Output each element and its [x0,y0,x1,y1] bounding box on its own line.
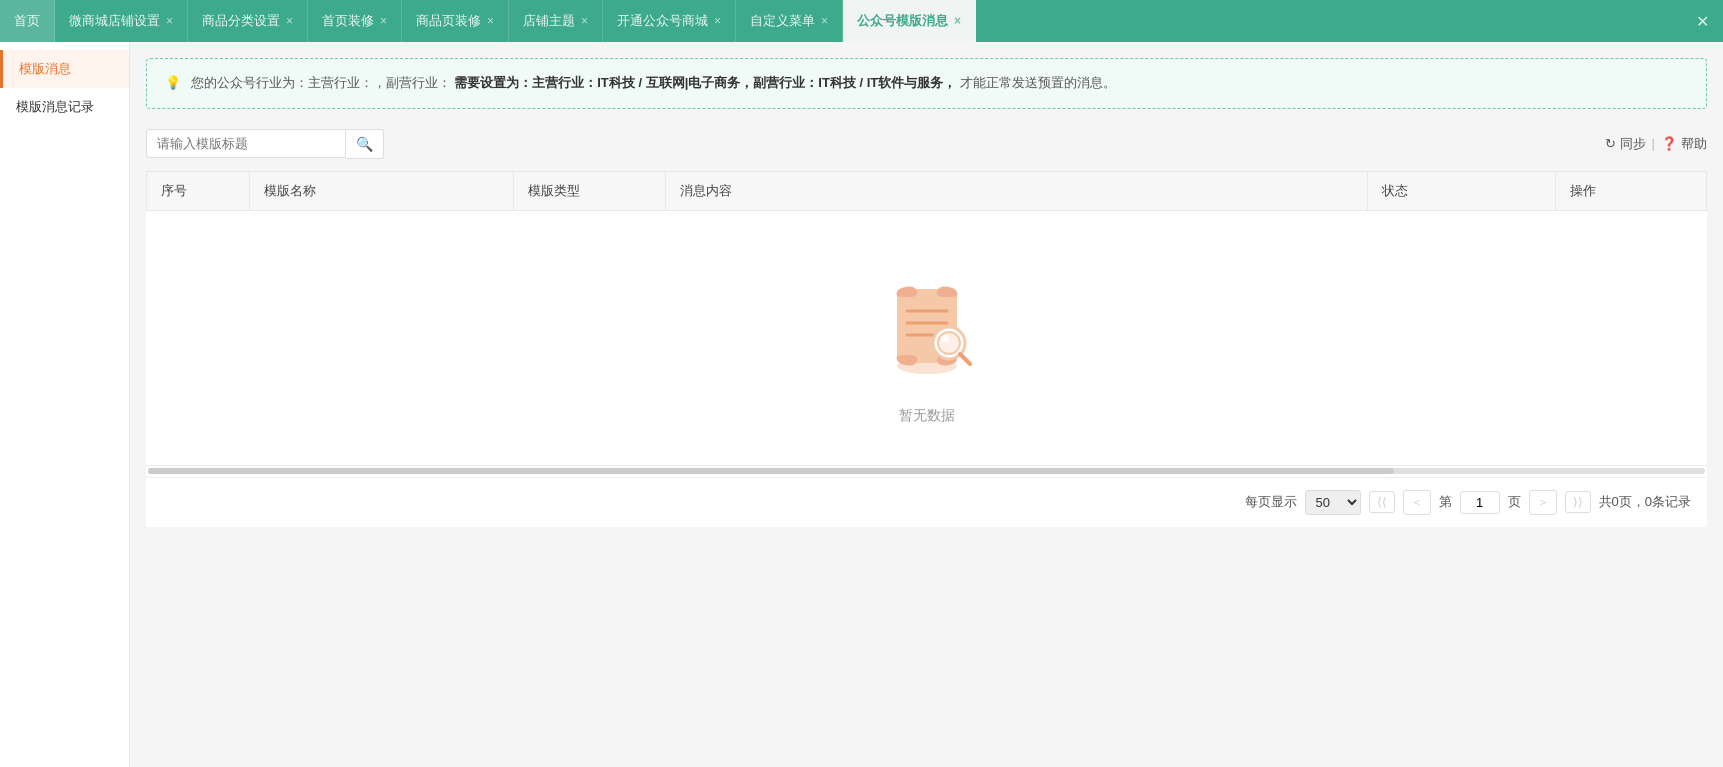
nav-tab-home-label: 首页 [14,12,40,30]
search-input[interactable] [146,129,346,158]
col-action: 操作 [1556,171,1707,210]
sidebar-item-template-msg[interactable]: 模版消息 [0,50,129,88]
nav-tab-shop-theme[interactable]: 店铺主题 × [509,0,603,42]
close-wechat-shop-icon[interactable]: × [166,14,173,28]
search-bar: 🔍 ↻ 同步 | ❓ 帮助 [146,129,1707,159]
help-button[interactable]: ❓ 帮助 [1661,135,1707,153]
sidebar-item-template-msg-record-label: 模版消息记录 [16,99,94,114]
col-content: 消息内容 [666,171,1368,210]
content-area: 💡 您的公众号行业为：主营行业：，副营行业： 需要设置为：主营行业：IT科技 /… [130,42,1723,767]
col-type: 模版类型 [513,171,665,210]
sidebar: 模版消息 模版消息记录 [0,42,130,767]
svg-point-5 [938,332,960,354]
nav-tab-template-message-label: 公众号模版消息 [857,12,948,30]
table-body: 暂无数据 [147,210,1707,465]
search-left: 🔍 [146,129,384,159]
table-empty-row: 暂无数据 [147,210,1707,465]
col-status: 状态 [1368,171,1556,210]
table-wrapper: 序号 模版名称 模版类型 消息内容 状态 [146,171,1707,527]
notice-highlight: 需要设置为：主营行业：IT科技 / 互联网|电子商务，副营行业：IT科技 / I… [454,75,956,90]
nav-tab-product-category-label: 商品分类设置 [202,12,280,30]
svg-line-6 [960,354,970,364]
empty-text: 暂无数据 [147,407,1707,425]
col-index: 序号 [147,171,250,210]
nav-tab-home-decor-label: 首页装修 [322,12,374,30]
close-template-message-icon[interactable]: × [954,14,961,28]
search-actions: ↻ 同步 | ❓ 帮助 [1605,135,1707,153]
notice-box: 💡 您的公众号行业为：主营行业：，副营行业： 需要设置为：主营行业：IT科技 /… [146,58,1707,109]
close-shop-theme-icon[interactable]: × [581,14,588,28]
last-page-button[interactable]: ⟩⟩ [1565,491,1591,513]
prev-page-button[interactable]: ＜ [1403,490,1431,515]
table-header-row: 序号 模版名称 模版类型 消息内容 状态 [147,171,1707,210]
first-page-button[interactable]: ⟨⟨ [1369,491,1395,513]
search-icon: 🔍 [356,136,373,152]
nav-tab-wechat-shop-label: 微商城店铺设置 [69,12,160,30]
nav-tab-custom-menu[interactable]: 自定义菜单 × [736,0,843,42]
page-label: 页 [1508,493,1521,511]
nav-tab-home-decor[interactable]: 首页装修 × [308,0,402,42]
notice-suffix: 才能正常发送预置的消息。 [960,75,1116,90]
sync-icon: ↻ [1605,136,1616,151]
notice-bulb-icon: 💡 [165,73,181,94]
page-jump-label: 第 [1439,493,1452,511]
help-icon: ❓ [1661,136,1677,151]
close-home-decor-icon[interactable]: × [380,14,387,28]
svg-point-7 [941,335,949,343]
divider: | [1652,136,1655,151]
scrollbar-thumb[interactable] [148,468,1394,474]
main-layout: 模版消息 模版消息记录 💡 您的公众号行业为：主营行业：，副营行业： 需要设置为… [0,42,1723,767]
page-size-label: 每页显示 [1245,493,1297,511]
notice-prefix: 您的公众号行业为：主营行业：，副营行业： [191,75,451,90]
close-product-category-icon[interactable]: × [286,14,293,28]
search-button[interactable]: 🔍 [346,129,384,159]
horizontal-scrollbar[interactable] [146,465,1707,477]
nav-tab-shop-theme-label: 店铺主题 [523,12,575,30]
sync-button[interactable]: ↻ 同步 [1605,135,1646,153]
empty-illustration [867,271,987,391]
sidebar-item-template-msg-label: 模版消息 [19,61,71,76]
nav-tab-template-message[interactable]: 公众号模版消息 × [843,0,976,42]
pagination: 每页显示 10 20 50 100 ⟨⟨ ＜ 第 页 ＞ ⟩⟩ 共0页，0条记录 [146,477,1707,527]
close-all-button[interactable]: ✕ [1682,12,1723,31]
table-header: 序号 模版名称 模版类型 消息内容 状态 [147,171,1707,210]
nav-tab-product-decor-label: 商品页装修 [416,12,481,30]
nav-tab-custom-menu-label: 自定义菜单 [750,12,815,30]
col-name: 模版名称 [250,171,513,210]
help-label: 帮助 [1681,135,1707,153]
scrollbar-track [148,468,1705,474]
nav-tab-wechat-shop[interactable]: 微商城店铺设置 × [55,0,188,42]
total-info: 共0页，0条记录 [1599,493,1691,511]
top-nav: 首页 微商城店铺设置 × 商品分类设置 × 首页装修 × 商品页装修 × 店铺主… [0,0,1723,42]
sync-label: 同步 [1620,135,1646,153]
empty-state: 暂无数据 [147,211,1707,465]
close-product-decor-icon[interactable]: × [487,14,494,28]
nav-tab-open-wechat-mall[interactable]: 开通公众号商城 × [603,0,736,42]
close-custom-menu-icon[interactable]: × [821,14,828,28]
sidebar-item-template-msg-record[interactable]: 模版消息记录 [0,88,129,126]
page-size-select[interactable]: 10 20 50 100 [1305,490,1361,515]
nav-tab-open-wechat-mall-label: 开通公众号商城 [617,12,708,30]
nav-tab-product-category[interactable]: 商品分类设置 × [188,0,308,42]
data-table: 序号 模版名称 模版类型 消息内容 状态 [146,171,1707,465]
next-page-button[interactable]: ＞ [1529,490,1557,515]
close-open-wechat-mall-icon[interactable]: × [714,14,721,28]
nav-tab-product-decor[interactable]: 商品页装修 × [402,0,509,42]
nav-tab-home[interactable]: 首页 [0,0,55,42]
page-number-input[interactable] [1460,491,1500,514]
